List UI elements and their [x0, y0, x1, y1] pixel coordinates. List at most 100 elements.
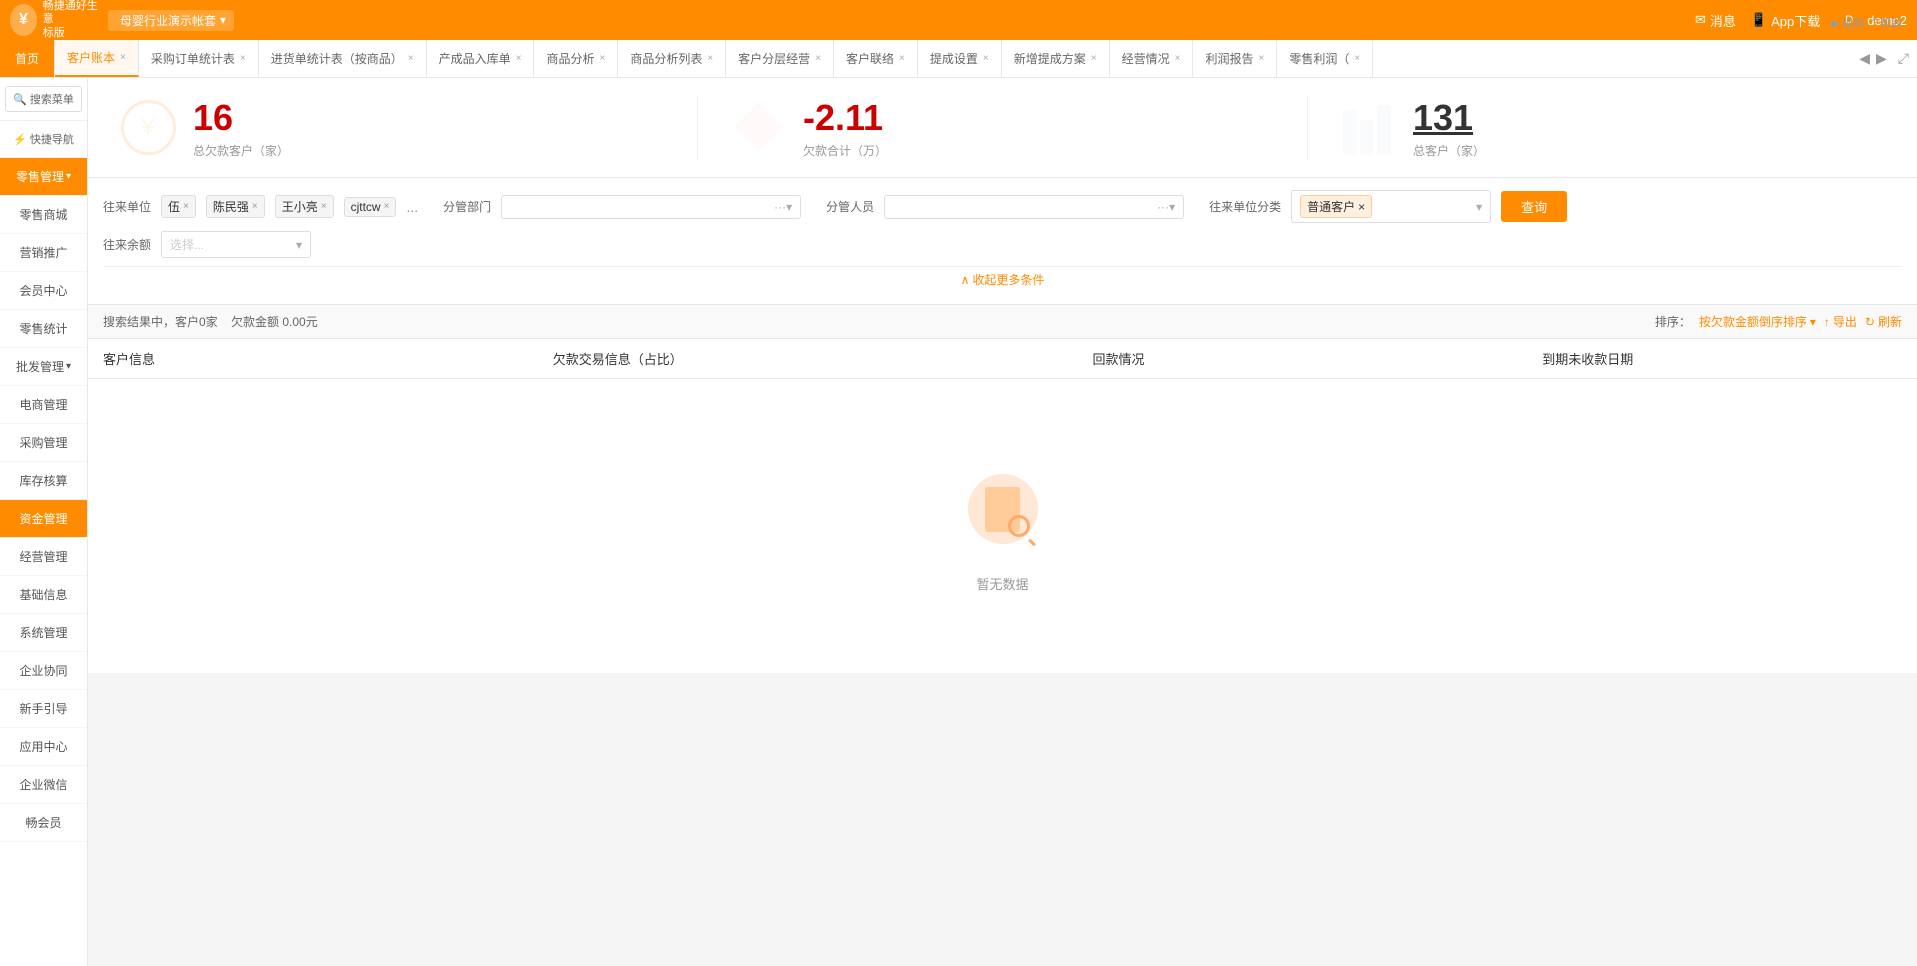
nav-expand-icon[interactable]: ⤢ — [1895, 50, 1912, 67]
refresh-label: 刷新 — [1878, 313, 1902, 330]
refresh-button[interactable]: ↻ 刷新 — [1865, 313, 1902, 330]
balance-select[interactable]: 选择... ▾ — [161, 231, 311, 258]
sidebar-item-ecommerce[interactable]: 电商管理 — [0, 386, 87, 424]
filter-tag-wang[interactable]: 王小亮 × — [275, 195, 334, 218]
close-icon[interactable]: × — [1258, 53, 1264, 64]
sidebar-item-label: 应用中心 — [19, 740, 67, 754]
sidebar-item-label: 零售商城 — [19, 208, 67, 222]
person-select[interactable]: ··· ▾ — [884, 195, 1184, 219]
classify-select[interactable]: 普通客户 × ▾ — [1291, 190, 1491, 223]
filter-tag-wu[interactable]: 伍 × — [161, 195, 196, 218]
sidebar-item-wechat[interactable]: 企业微信 — [0, 766, 87, 804]
sidebar-item-retail-management[interactable]: 零售管理 ▾ — [0, 158, 87, 196]
sidebar-item-retail-stats[interactable]: 零售统计 — [0, 310, 87, 348]
quick-nav-button[interactable]: ⚡ 快捷导航 — [5, 127, 82, 151]
tab-home[interactable]: 首页 — [0, 40, 55, 77]
balance-placeholder: 选择... — [170, 236, 204, 253]
sidebar-item-wholesale[interactable]: 批发管理 ▾ — [0, 348, 87, 386]
close-icon[interactable]: × — [599, 53, 605, 64]
demo-selector[interactable]: 母婴行业演示帐套 ▾ — [108, 10, 234, 31]
sidebar-item-retail-mall[interactable]: 零售商城 — [0, 196, 87, 234]
nav-left-icon[interactable]: ◀ — [1856, 50, 1873, 67]
close-icon[interactable]: × — [899, 53, 905, 64]
message-button[interactable]: ✉ 消息 — [1695, 11, 1736, 30]
sidebar-item-basic-info[interactable]: 基础信息 — [0, 576, 87, 614]
sidebar-item-finance[interactable]: 资金管理 — [0, 500, 87, 538]
sidebar-item-operations[interactable]: 经营管理 — [0, 538, 87, 576]
stat-debt-customers: ¥ 16 总欠款客户（家） — [88, 97, 698, 159]
person-filter-label: 分管人员 — [826, 198, 874, 215]
classify-tag-label: 普通客户 — [1307, 198, 1355, 215]
sidebar-item-marketing[interactable]: 营销推广 — [0, 234, 87, 272]
close-icon[interactable]: × — [1354, 53, 1360, 64]
sidebar-item-newbie[interactable]: 新手引导 — [0, 690, 87, 728]
remove-tag-icon[interactable]: × — [1358, 200, 1365, 214]
sidebar-item-app-center[interactable]: 应用中心 — [0, 728, 87, 766]
close-icon[interactable]: × — [707, 53, 713, 64]
sidebar-item-system[interactable]: 系统管理 — [0, 614, 87, 652]
tab-inbound-stats[interactable]: 进货单统计表（按商品） × — [259, 40, 427, 77]
export-button[interactable]: ↑ 导出 — [1824, 313, 1857, 330]
search-menu-button[interactable]: 🔍 搜索菜单 — [5, 86, 82, 112]
stat-content-2: -2.11 欠款合计（万） — [803, 97, 887, 159]
top-bar: ¥ 畅捷通好生意 标版 母婴行业演示帐套 ▾ ✉ 消息 📱 App下载 D — [0, 0, 1917, 40]
refresh-icon: ↻ — [1865, 315, 1875, 329]
remove-tag-icon[interactable]: × — [321, 201, 327, 212]
remove-tag-icon[interactable]: × — [252, 201, 258, 212]
stats-bar: ¥ 16 总欠款客户（家） -2.11 — [88, 78, 1917, 178]
remove-tag-icon[interactable]: × — [183, 201, 189, 212]
classify-tag[interactable]: 普通客户 × — [1300, 195, 1372, 218]
chevron-down-icon: ▾ — [786, 200, 792, 214]
close-icon[interactable]: × — [1091, 53, 1097, 64]
stat-total-customers-number[interactable]: 131 — [1413, 97, 1485, 139]
result-amount: 欠款金额 0.00元 — [231, 315, 318, 329]
sidebar-item-member-plus[interactable]: 畅会员 — [0, 804, 87, 842]
sidebar-item-label: 企业协同 — [19, 664, 67, 678]
tab-customer-tier[interactable]: 客户分层经营 × — [726, 40, 834, 77]
stat-total-debt-label: 欠款合计（万） — [803, 142, 887, 159]
tab-customer-ledger[interactable]: 客户账本 × — [55, 40, 139, 77]
tab-purchase-stats[interactable]: 采购订单统计表 × — [139, 40, 259, 77]
tab-nav-arrows: ◀ ▶ ⤢ — [1851, 50, 1917, 67]
sidebar-item-purchase[interactable]: 采购管理 — [0, 424, 87, 462]
empty-state: 暂无数据 — [88, 379, 1917, 673]
tab-operations[interactable]: 经营情况 × — [1110, 40, 1194, 77]
close-icon[interactable]: × — [120, 52, 126, 63]
sort-label: 按欠款金额倒序排序 — [1699, 313, 1807, 330]
close-icon[interactable]: × — [408, 53, 414, 64]
empty-text: 暂无数据 — [976, 574, 1028, 593]
filter-row-2: 往来余额 选择... ▾ — [103, 231, 1902, 258]
chevron-down-icon: ▾ — [1476, 200, 1482, 214]
sort-button[interactable]: 按欠款金额倒序排序 ▾ — [1699, 313, 1816, 330]
tab-new-commission[interactable]: 新增提成方案 × — [1002, 40, 1110, 77]
filter-tag-cjttcw[interactable]: cjttcw × — [344, 197, 397, 217]
close-icon[interactable]: × — [240, 53, 246, 64]
app-download-button[interactable]: 📱 App下载 — [1751, 11, 1820, 30]
app-wrapper: ¥ 畅捷通好生意 标版 母婴行业演示帐套 ▾ ✉ 消息 📱 App下载 D — [0, 0, 1917, 966]
close-icon[interactable]: × — [516, 53, 522, 64]
tab-label: 零售利润（ — [1289, 50, 1349, 67]
tab-product-analysis-list[interactable]: 商品分析列表 × — [618, 40, 726, 77]
tab-production[interactable]: 产成品入库单 × — [427, 40, 535, 77]
collapse-button[interactable]: ∧ 收起更多条件 — [103, 266, 1902, 292]
close-icon[interactable]: × — [815, 53, 821, 64]
sidebar-item-member[interactable]: 会员中心 — [0, 272, 87, 310]
dept-select[interactable]: ··· ▾ — [501, 195, 801, 219]
filter-more-button[interactable]: ... — [406, 199, 418, 215]
close-icon[interactable]: × — [983, 53, 989, 64]
sidebar-item-enterprise[interactable]: 企业协同 — [0, 652, 87, 690]
sidebar-item-inventory[interactable]: 库存核算 — [0, 462, 87, 500]
tab-product-analysis[interactable]: 商品分析 × — [534, 40, 618, 77]
filter-tag-chen[interactable]: 陈民强 × — [206, 195, 265, 218]
tab-retail-profit[interactable]: 零售利润（ × — [1277, 40, 1373, 77]
sidebar-item-label: 会员中心 — [19, 284, 67, 298]
close-icon[interactable]: × — [1175, 53, 1181, 64]
tab-profit-report[interactable]: 利润报告 × — [1193, 40, 1277, 77]
tab-commission-settings[interactable]: 提成设置 × — [918, 40, 1002, 77]
nav-right-icon[interactable]: ▶ — [1873, 50, 1890, 67]
tab-customer-contact[interactable]: 客户联络 × — [834, 40, 918, 77]
remove-tag-icon[interactable]: × — [384, 201, 390, 212]
filter-area: 往来单位 伍 × 陈民强 × 王小亮 × cjttcw — [88, 178, 1917, 305]
balance-filter-label: 往来余额 — [103, 236, 151, 253]
query-button[interactable]: 查询 — [1501, 191, 1567, 222]
